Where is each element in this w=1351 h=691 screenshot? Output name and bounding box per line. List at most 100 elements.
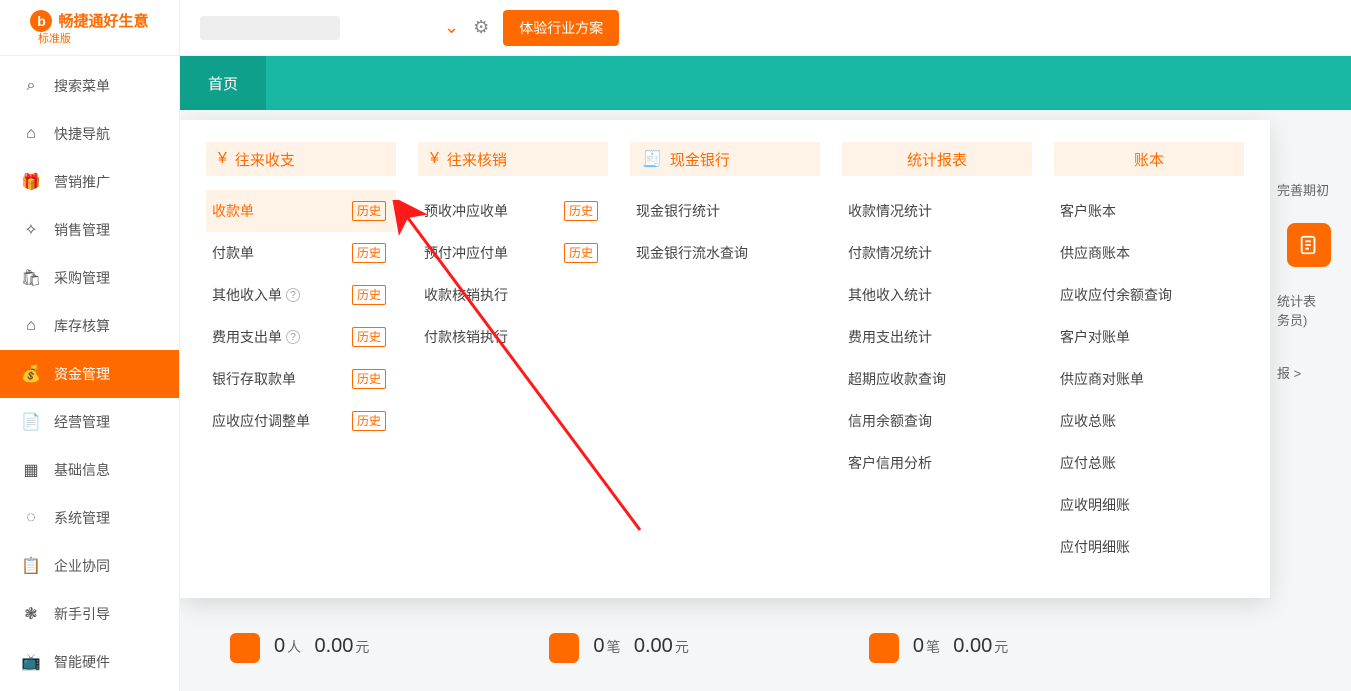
mega-item[interactable]: 预收冲应收单历史 xyxy=(418,190,608,232)
mega-item[interactable]: 费用支出单? 历史 xyxy=(206,316,396,358)
company-selector[interactable] xyxy=(200,16,340,40)
mega-item-label: 应收总账 xyxy=(1060,411,1116,431)
mega-item[interactable]: 预付冲应付单历史 xyxy=(418,232,608,274)
mega-item[interactable]: 现金银行流水查询 xyxy=(630,232,820,274)
metric-amount-unit: 元 xyxy=(355,639,369,655)
sidebar-item-label: 系统管理 xyxy=(54,508,110,528)
bottom-summary-row: 0人 0.00元0笔 0.00元0笔 0.00元 xyxy=(230,633,1321,663)
mega-column-title: 往来核销 xyxy=(447,149,507,170)
mega-item[interactable]: 付款核销执行 xyxy=(418,316,608,358)
sidebar-item-sys[interactable]: ◌ 系统管理 xyxy=(0,494,179,542)
metric-amount: 0.00 xyxy=(314,635,353,657)
mega-item[interactable]: 费用支出统计 xyxy=(842,316,1032,358)
mega-item[interactable]: 客户信用分析 xyxy=(842,442,1032,484)
metric-amount-unit: 元 xyxy=(675,639,689,655)
history-tag[interactable]: 历史 xyxy=(564,201,598,221)
mega-item[interactable]: 银行存取款单历史 xyxy=(206,358,396,400)
mega-item-label: 其他收入单? xyxy=(212,285,300,305)
mega-item[interactable]: 其他收入单? 历史 xyxy=(206,274,396,316)
sidebar-item-stock[interactable]: ⌂库存核算 xyxy=(0,302,179,350)
metric-amount-unit: 元 xyxy=(994,639,1008,655)
mega-item[interactable]: 供应商账本 xyxy=(1054,232,1244,274)
mega-item[interactable]: 付款单历史 xyxy=(206,232,396,274)
peek-icon[interactable] xyxy=(1287,223,1331,267)
mega-item-label: 付款核销执行 xyxy=(424,327,508,347)
metric-icon xyxy=(549,633,579,663)
sys-icon: ◌ xyxy=(22,509,40,527)
mega-menu: ¥往来收支收款单历史付款单历史其他收入单?历史费用支出单?历史银行存取款单历史应… xyxy=(180,120,1270,598)
sidebar-item-funds[interactable]: 💰资金管理 xyxy=(0,350,179,398)
industry-plan-button[interactable]: 体验行业方案 xyxy=(503,10,619,46)
mega-item[interactable]: 现金银行统计 xyxy=(630,190,820,232)
sidebar-item-search[interactable]: ⌕搜索菜单 xyxy=(0,62,179,110)
sidebar-item-collab[interactable]: 📋企业协同 xyxy=(0,542,179,590)
logo-block: b 畅捷通好生意 标准版 xyxy=(0,0,179,56)
top-bar: ⌄ ⚙ 体验行业方案 xyxy=(180,0,1351,56)
mega-item-label: 付款情况统计 xyxy=(848,243,932,263)
sidebar-item-hw[interactable]: 📺智能硬件 xyxy=(0,638,179,686)
mega-item-label: 应收明细账 xyxy=(1060,495,1130,515)
history-tag[interactable]: 历史 xyxy=(352,411,386,431)
sidebar-item-label: 基础信息 xyxy=(54,460,110,480)
help-icon[interactable]: ? xyxy=(286,288,300,302)
mega-item-label: 费用支出统计 xyxy=(848,327,932,347)
history-tag[interactable]: 历史 xyxy=(352,369,386,389)
sidebar-item-guide[interactable]: ❃新手引导 xyxy=(0,590,179,638)
mega-item-label: 其他收入统计 xyxy=(848,285,932,305)
sidebar-item-base[interactable]: ▦基础信息 xyxy=(0,446,179,494)
summary-metric: 0笔 0.00元 xyxy=(869,633,1008,663)
mega-item[interactable]: 收款单历史 xyxy=(206,190,396,232)
sidebar: b 畅捷通好生意 标准版 ⌕搜索菜单⌂快捷导航🎁营销推广✧销售管理🛍采购管理⌂库… xyxy=(0,0,180,691)
mega-item[interactable]: 超期应收款查询 xyxy=(842,358,1032,400)
metric-count: 0 xyxy=(913,635,924,657)
mega-item[interactable]: 应收明细账 xyxy=(1054,484,1244,526)
mega-column-header: 统计报表 xyxy=(842,142,1032,176)
mega-item-label: 费用支出单? xyxy=(212,327,300,347)
metric-icon xyxy=(869,633,899,663)
mega-item[interactable]: 客户账本 xyxy=(1054,190,1244,232)
mega-item-label: 应收应付余额查询 xyxy=(1060,285,1172,305)
mega-item[interactable]: 付款情况统计 xyxy=(842,232,1032,274)
mega-column: 账本客户账本供应商账本应收应付余额查询客户对账单供应商对账单应收总账应付总账应收… xyxy=(1054,142,1244,568)
mega-item[interactable]: 收款核销执行 xyxy=(418,274,608,316)
mega-column: 🧾现金银行现金银行统计现金银行流水查询 xyxy=(630,142,820,568)
mega-item-label: 客户信用分析 xyxy=(848,453,932,473)
sidebar-item-quick[interactable]: ⌂快捷导航 xyxy=(0,110,179,158)
company-chevron-icon[interactable]: ⌄ xyxy=(444,17,459,38)
mega-item[interactable]: 应收总账 xyxy=(1054,400,1244,442)
settings-gear-icon[interactable]: ⚙ xyxy=(473,17,489,38)
mega-item-label: 供应商对账单 xyxy=(1060,369,1144,389)
summary-metric: 0笔 0.00元 xyxy=(549,633,688,663)
history-tag[interactable]: 历史 xyxy=(564,243,598,263)
peek-link[interactable]: 报 > xyxy=(1273,363,1351,382)
history-tag[interactable]: 历史 xyxy=(352,327,386,347)
mega-item-label: 现金银行流水查询 xyxy=(636,243,748,263)
mega-item[interactable]: 应收应付调整单历史 xyxy=(206,400,396,442)
mega-item[interactable]: 应付总账 xyxy=(1054,442,1244,484)
mega-item[interactable]: 客户对账单 xyxy=(1054,316,1244,358)
mega-item[interactable]: 信用余额查询 xyxy=(842,400,1032,442)
sidebar-item-sales[interactable]: ✧销售管理 xyxy=(0,206,179,254)
help-icon[interactable]: ? xyxy=(286,330,300,344)
sidebar-item-promo[interactable]: 🎁营销推广 xyxy=(0,158,179,206)
metric-amount: 0.00 xyxy=(634,635,673,657)
column-header-icon: ¥ xyxy=(218,150,227,168)
mega-item[interactable]: 收款情况统计 xyxy=(842,190,1032,232)
tab-home[interactable]: 首页 xyxy=(180,56,266,110)
history-tag[interactable]: 历史 xyxy=(352,201,386,221)
mega-column-title: 现金银行 xyxy=(670,149,730,170)
sidebar-item-purchase[interactable]: 🛍采购管理 xyxy=(0,254,179,302)
mega-item[interactable]: 应付明细账 xyxy=(1054,526,1244,568)
history-tag[interactable]: 历史 xyxy=(352,243,386,263)
right-peek-panel: 完善期初 统计表 务员) 报 > xyxy=(1273,180,1351,382)
mega-item[interactable]: 供应商对账单 xyxy=(1054,358,1244,400)
mega-item[interactable]: 其他收入统计 xyxy=(842,274,1032,316)
sidebar-item-label: 销售管理 xyxy=(54,220,110,240)
sidebar-item-ops[interactable]: 📄经营管理 xyxy=(0,398,179,446)
mega-column-header: 🧾现金银行 xyxy=(630,142,820,176)
metric-count-unit: 人 xyxy=(287,639,301,655)
sidebar-item-label: 智能硬件 xyxy=(54,652,110,672)
mega-item[interactable]: 应收应付余额查询 xyxy=(1054,274,1244,316)
history-tag[interactable]: 历史 xyxy=(352,285,386,305)
metric-count-unit: 笔 xyxy=(926,639,940,655)
